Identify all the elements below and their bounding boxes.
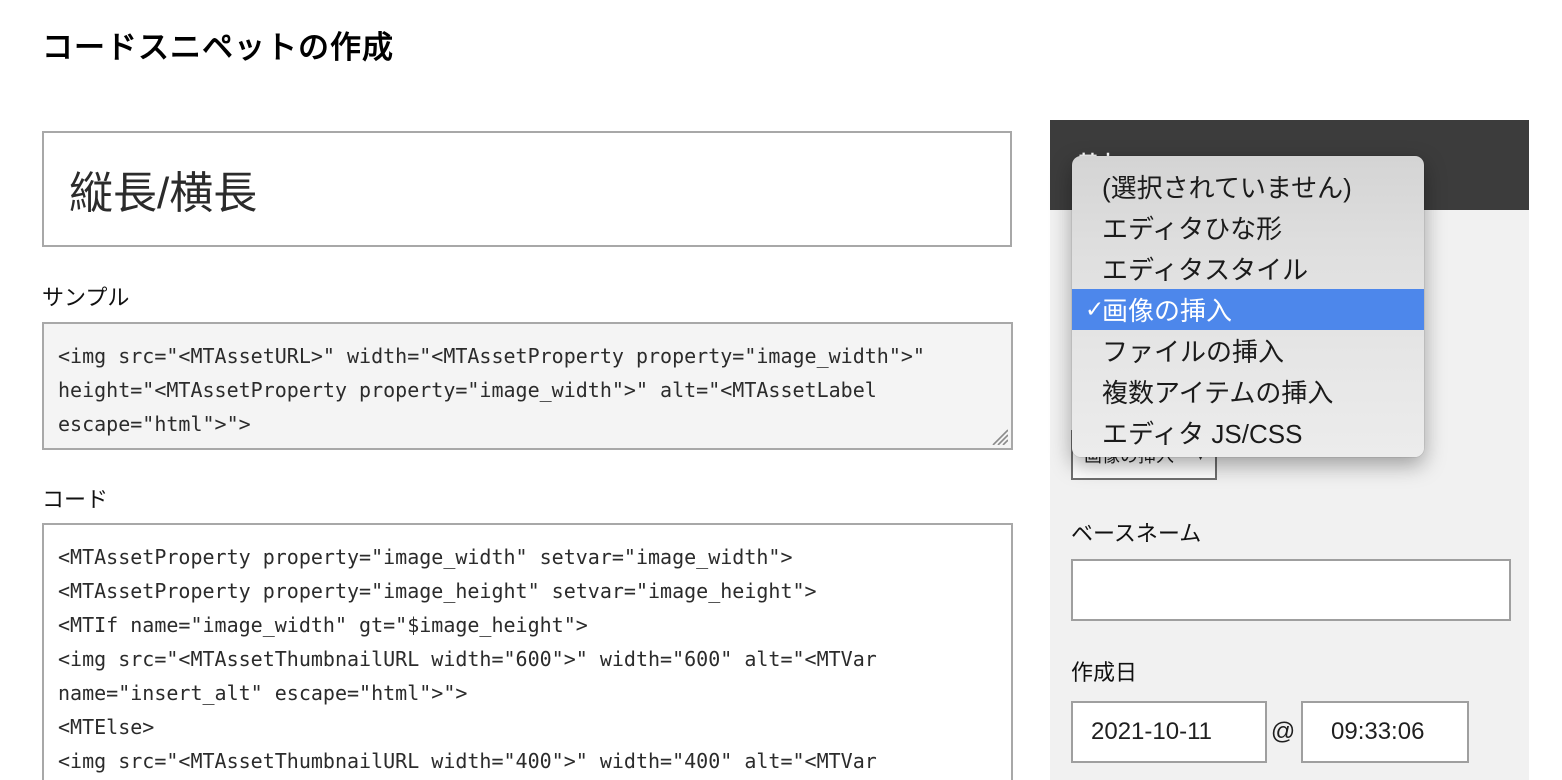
code-label: コード	[42, 482, 108, 514]
type-dropdown-option[interactable]: ✓ 画像の挿入	[1072, 289, 1424, 330]
code-line: <MTIf name="image_width" gt="$image_heig…	[58, 608, 997, 642]
type-dropdown-option-label: (選択されていません)	[1102, 168, 1352, 205]
code-line: name="insert_alt" escape="html">">	[58, 676, 997, 710]
page-title: コードスニペットの作成	[42, 22, 394, 67]
basename-label: ベースネーム	[1071, 516, 1201, 548]
resize-handle-icon[interactable]	[990, 427, 1008, 445]
type-dropdown-menu: (選択されていません) エディタひな形 エディタスタイル ✓ 画像の挿入 ファイ…	[1072, 156, 1424, 457]
created-date-label: 作成日	[1071, 655, 1137, 687]
type-dropdown-option[interactable]: 複数アイテムの挿入	[1072, 371, 1424, 412]
created-date-input[interactable]	[1071, 701, 1267, 763]
code-line: <img src="<MTAssetThumbnailURL width="40…	[58, 744, 997, 778]
sample-code-line: escape="html">">	[58, 407, 997, 441]
check-icon: ✓	[1072, 296, 1102, 323]
basename-input[interactable]	[1071, 559, 1511, 621]
type-dropdown-option-label: エディタスタイル	[1102, 250, 1308, 287]
code-line: <MTAssetProperty property="image_width" …	[58, 540, 997, 574]
sample-textarea[interactable]: <img src="<MTAssetURL>" width="<MTAssetP…	[42, 322, 1013, 450]
type-dropdown-option-label: 画像の挿入	[1102, 291, 1232, 328]
sample-code-line: <img src="<MTAssetURL>" width="<MTAssetP…	[58, 339, 997, 373]
created-time-input[interactable]	[1301, 701, 1469, 763]
type-dropdown-option-label: エディタ JS/CSS	[1102, 414, 1302, 451]
type-dropdown-option[interactable]: エディタ JS/CSS	[1072, 412, 1424, 453]
code-line: <MTElse>	[58, 710, 997, 744]
type-dropdown-option[interactable]: エディタスタイル	[1072, 248, 1424, 289]
code-line: <img src="<MTAssetThumbnailURL width="60…	[58, 642, 997, 676]
type-dropdown-option-label: エディタひな形	[1102, 209, 1282, 246]
snippet-create-page: コードスニペットの作成 サンプル <img src="<MTAssetURL>"…	[0, 0, 1562, 780]
type-dropdown-option-label: 複数アイテムの挿入	[1102, 373, 1333, 410]
type-dropdown-option-label: ファイルの挿入	[1102, 332, 1284, 369]
code-textarea[interactable]: <MTAssetProperty property="image_width" …	[42, 523, 1013, 780]
snippet-name-input[interactable]	[42, 131, 1012, 247]
type-dropdown-option[interactable]: (選択されていません)	[1072, 166, 1424, 207]
sample-code-line: height="<MTAssetProperty property="image…	[58, 373, 997, 407]
code-line: <MTAssetProperty property="image_height"…	[58, 574, 997, 608]
date-time-separator: @	[1268, 718, 1298, 746]
type-dropdown-option[interactable]: エディタひな形	[1072, 207, 1424, 248]
sample-label: サンプル	[42, 280, 129, 312]
type-dropdown-option[interactable]: ファイルの挿入	[1072, 330, 1424, 371]
